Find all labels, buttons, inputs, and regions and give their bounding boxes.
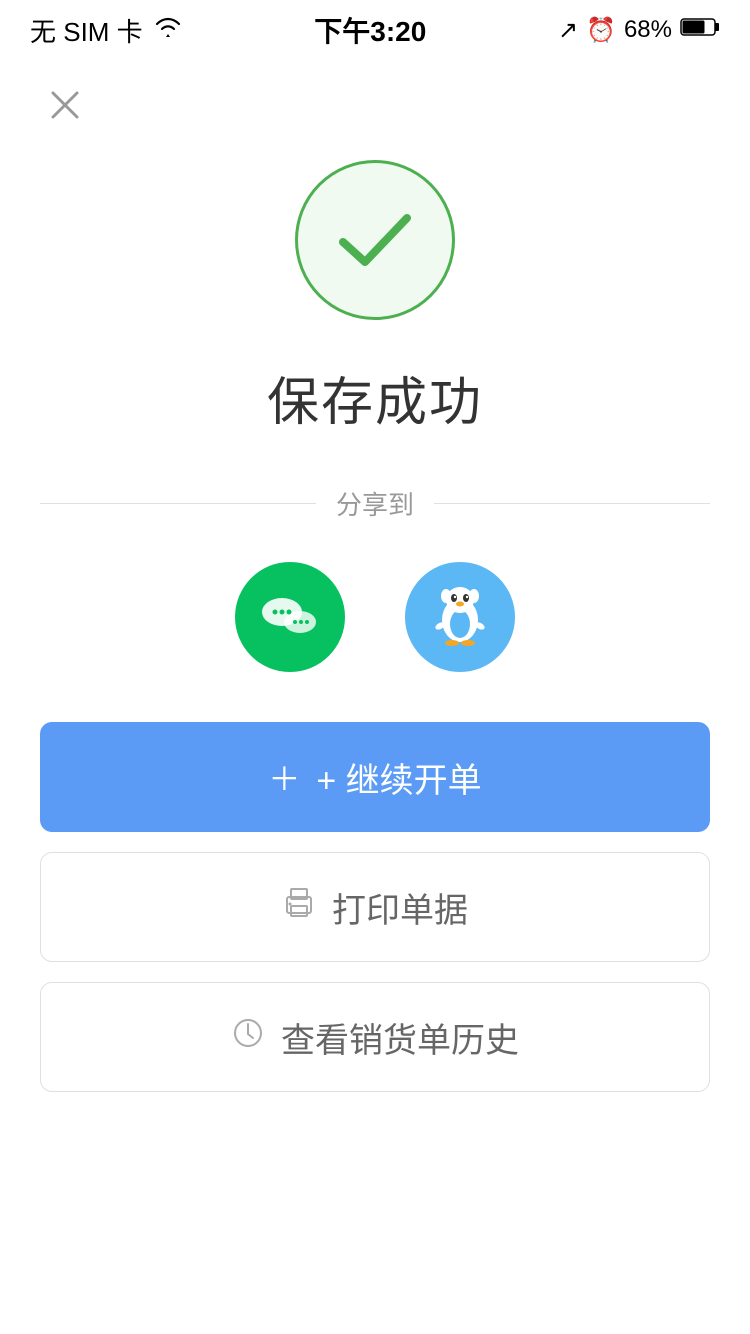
success-section: 保存成功 — [40, 160, 710, 435]
battery-text: 68% — [624, 16, 672, 44]
sim-text: 无 SIM 卡 — [30, 12, 143, 49]
print-icon — [282, 887, 316, 927]
share-label: 分享到 — [336, 485, 414, 522]
divider-right — [434, 503, 710, 504]
divider-left — [40, 503, 316, 504]
plus-icon: ＋ — [268, 754, 300, 800]
wechat-share-button[interactable] — [235, 562, 345, 672]
share-divider: 分享到 — [40, 485, 710, 522]
print-label: 打印单据 — [332, 883, 468, 932]
close-button[interactable] — [40, 80, 90, 130]
continue-order-button[interactable]: ＋ + 继续开单 — [40, 722, 710, 832]
history-label: 查看销货单历史 — [281, 1013, 519, 1062]
print-button[interactable]: 打印单据 — [40, 852, 710, 962]
share-section: 分享到 — [40, 485, 710, 672]
qq-share-button[interactable] — [405, 562, 515, 672]
action-buttons: ＋ + 继续开单 打印单据 查看销货单历史 — [40, 722, 710, 1092]
wifi-icon — [153, 16, 183, 45]
status-left: 无 SIM 卡 — [30, 12, 183, 49]
alarm-icon: ⏰ — [586, 16, 616, 45]
history-button[interactable]: 查看销货单历史 — [40, 982, 710, 1092]
status-time: 下午3:20 — [314, 10, 426, 50]
continue-order-label: + 继续开单 — [316, 753, 481, 802]
share-icons — [40, 562, 710, 672]
status-right: ↗ ⏰ 68% — [558, 16, 720, 45]
main-content: 保存成功 分享到 — [0, 60, 750, 1132]
location-icon: ↗ — [558, 16, 578, 45]
history-icon — [231, 1016, 265, 1058]
status-bar: 无 SIM 卡 下午3:20 ↗ ⏰ 68% — [0, 0, 750, 60]
success-circle — [295, 160, 455, 320]
battery-icon — [680, 16, 720, 44]
success-title: 保存成功 — [267, 360, 483, 435]
